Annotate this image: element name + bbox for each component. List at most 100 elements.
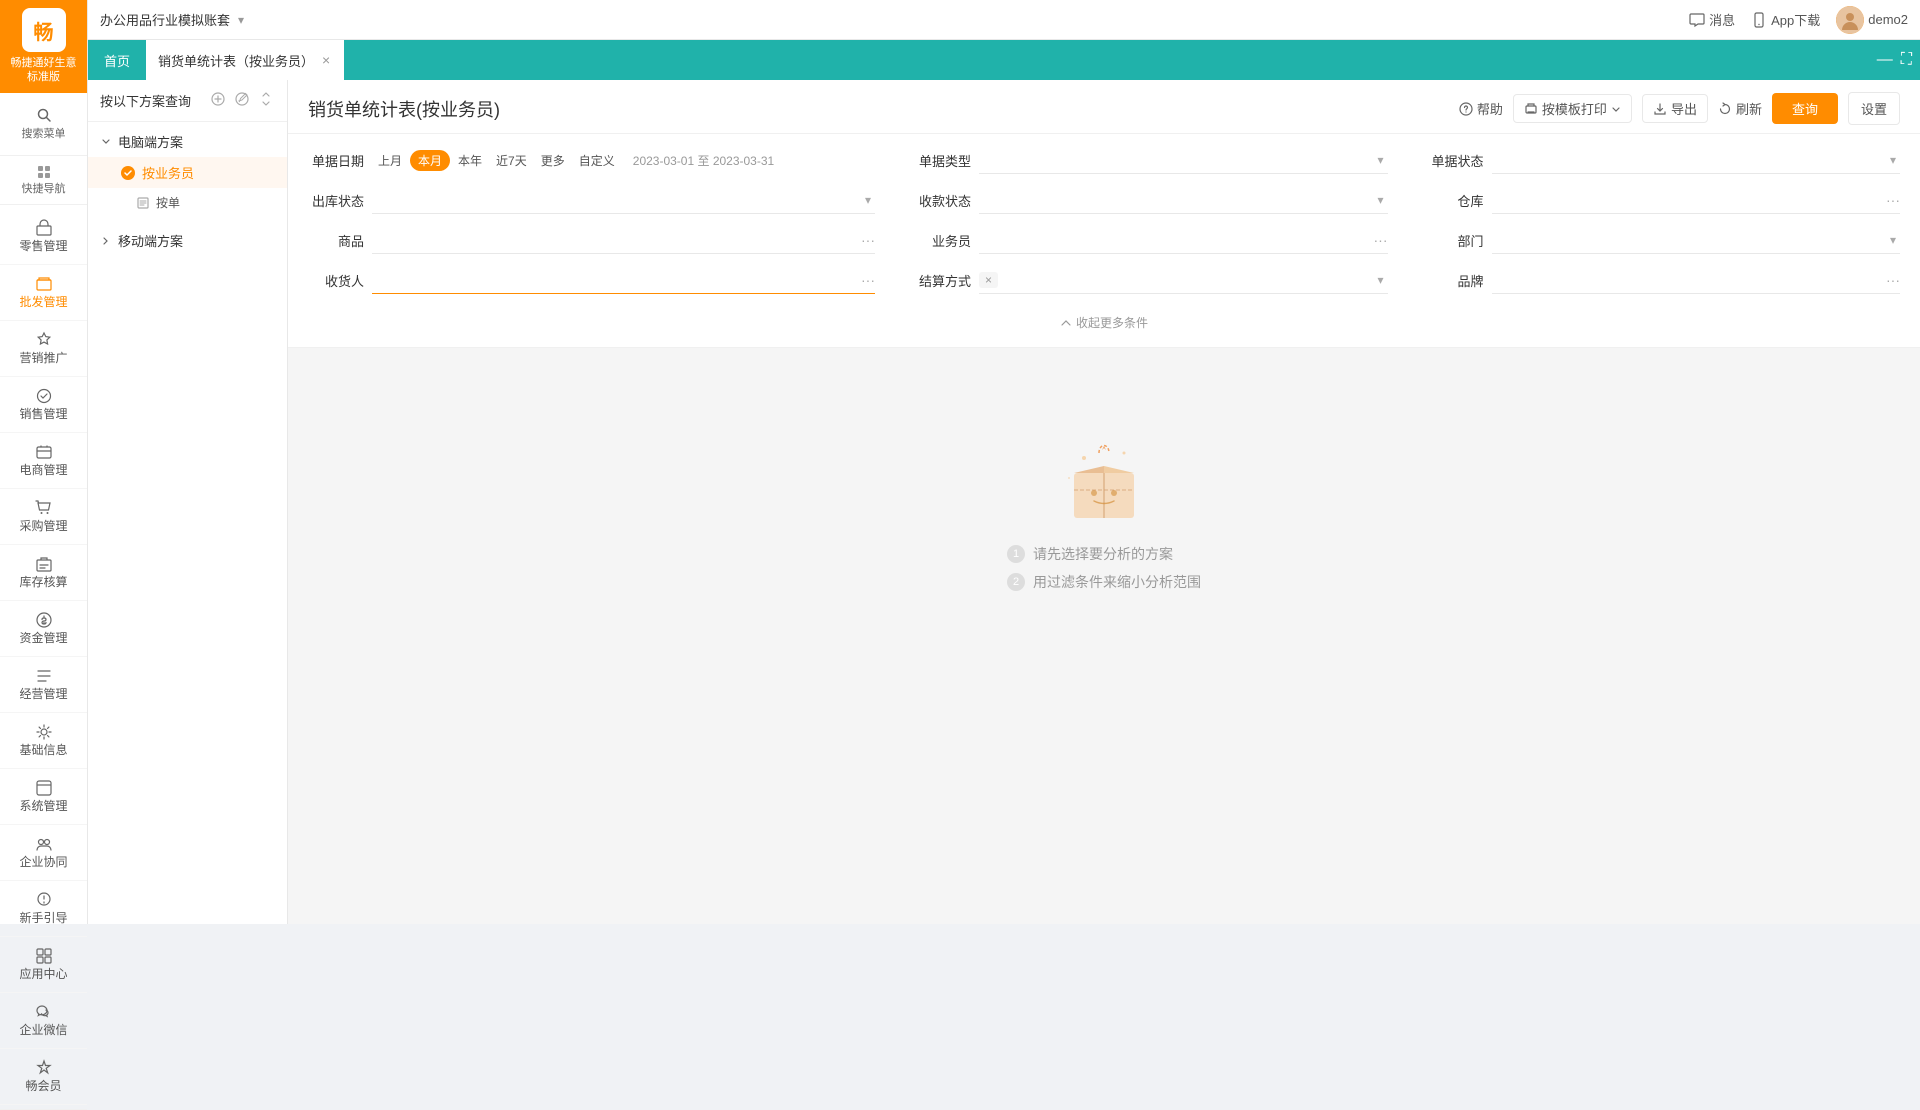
sidebar-item-retail[interactable]: 零售管理 <box>0 209 87 265</box>
message-button[interactable]: 消息 <box>1689 10 1735 29</box>
goods-input[interactable] <box>372 230 857 249</box>
sidebar-item-member[interactable]: 畅会员 <box>0 1049 87 1105</box>
query-button[interactable]: 查询 <box>1772 93 1838 124</box>
date-tab-this-month[interactable]: 本月 <box>410 150 450 171</box>
date-tab-more[interactable]: 更多 <box>535 150 571 171</box>
tab-close-button[interactable]: × <box>320 53 332 67</box>
tab-sales-stats[interactable]: 销货单统计表（按业务员） × <box>146 40 344 80</box>
sidebar-item-sales[interactable]: 销售管理 <box>0 377 87 433</box>
topbar-right: 消息 App下载 demo2 <box>1689 6 1908 34</box>
filter-warehouse: 仓库 ··· <box>1428 186 1901 214</box>
date-tab-this-year[interactable]: 本年 <box>452 150 488 171</box>
workspace-dropdown-button[interactable]: ▾ <box>238 13 244 27</box>
collab-icon <box>35 835 53 853</box>
quick-nav-button[interactable]: 快捷导航 <box>0 156 87 205</box>
export-button[interactable]: 导出 <box>1642 94 1708 123</box>
sidebar-logo[interactable]: 畅 畅捷通好生意 标准版 <box>0 0 87 93</box>
member-icon <box>35 1059 53 1077</box>
print-icon <box>1524 102 1538 116</box>
retail-icon <box>35 219 53 237</box>
settlement-tag-clear-button[interactable]: × <box>985 274 992 286</box>
filter-goods: 商品 ··· <box>308 226 875 254</box>
sidebar-item-apps[interactable]: 应用中心 <box>0 937 87 993</box>
sidebar-item-marketing[interactable]: 营销推广 <box>0 321 87 377</box>
collapse-arrow-icon <box>1060 317 1072 329</box>
doc-type-label: 单据类型 <box>915 151 971 170</box>
sidebar-item-finance[interactable]: 资金管理 <box>0 601 87 657</box>
ecom-icon <box>35 443 53 461</box>
collapse-panel-button[interactable] <box>257 90 275 111</box>
filter-area: 单据日期 上月 本月 本年 近7天 更多 自定义 2023-03-01 至 20… <box>288 134 1920 348</box>
mobile-plans-group: 移动端方案 <box>88 221 287 260</box>
message-icon <box>1689 12 1705 28</box>
sidebar-item-wechat[interactable]: 企业微信 <box>0 993 87 1049</box>
edit-icon <box>235 92 249 106</box>
left-panel: 按以下方案查询 电脑端方案 <box>88 80 288 924</box>
date-tab-7days[interactable]: 近7天 <box>490 150 533 171</box>
refresh-button[interactable]: 刷新 <box>1718 99 1762 118</box>
sidebar: 畅 畅捷通好生意 标准版 搜索菜单 快捷导航 零售管理 <box>0 0 88 924</box>
date-range-display: 2023-03-01 至 2023-03-31 <box>633 152 774 169</box>
system-icon <box>35 779 53 797</box>
plan-item-by-order[interactable]: 按单 <box>88 188 287 217</box>
sidebar-item-basics[interactable]: 基础信息 <box>0 713 87 769</box>
empty-step-2: 2 用过滤条件来缩小分析范围 <box>1007 572 1201 592</box>
settings-button[interactable]: 设置 <box>1848 92 1900 125</box>
receiver-dots[interactable]: ··· <box>861 272 875 288</box>
out-status-input[interactable] <box>372 190 875 209</box>
empty-state: 1 请先选择要分析的方案 2 用过滤条件来缩小分析范围 <box>288 348 1920 672</box>
sidebar-item-inventory[interactable]: 库存核算 <box>0 545 87 601</box>
salesperson-dots[interactable]: ··· <box>1374 232 1388 248</box>
app-download-button[interactable]: App下载 <box>1751 10 1820 29</box>
refresh-icon <box>1718 102 1732 116</box>
sidebar-item-operations[interactable]: 经营管理 <box>0 657 87 713</box>
sidebar-item-newbie[interactable]: 新手引导 <box>0 881 87 937</box>
receiver-input[interactable] <box>372 270 857 289</box>
sidebar-item-wholesale[interactable]: 批发管理 <box>0 265 87 321</box>
content-area: 按以下方案查询 电脑端方案 <box>88 80 1920 924</box>
page-actions: 帮助 按模板打印 导出 刷新 <box>1459 92 1900 125</box>
warehouse-input[interactable] <box>1492 190 1883 209</box>
brand-input[interactable] <box>1492 270 1883 289</box>
workspace-title: 办公用品行业模拟账套 <box>100 10 230 29</box>
sidebar-item-collab[interactable]: 企业协同 <box>0 825 87 881</box>
sidebar-item-ecom[interactable]: 电商管理 <box>0 433 87 489</box>
tab-minimize-button[interactable]: — <box>1877 51 1893 69</box>
sidebar-item-purchase[interactable]: 采购管理 <box>0 489 87 545</box>
department-input[interactable] <box>1492 230 1901 249</box>
help-button[interactable]: 帮助 <box>1459 99 1503 118</box>
doc-status-input[interactable] <box>1492 150 1901 169</box>
filter-receiver: 收货人 ··· <box>308 266 875 294</box>
warehouse-label: 仓库 <box>1428 191 1484 210</box>
date-tab-last-month[interactable]: 上月 <box>372 150 408 171</box>
right-content: 销货单统计表(按业务员) 帮助 按模板打印 导出 <box>288 80 1920 924</box>
tab-maximize-button[interactable]: ⛶ <box>1901 51 1912 69</box>
topbar: 办公用品行业模拟账套 ▾ 消息 App下载 <box>88 0 1920 40</box>
goods-dots[interactable]: ··· <box>861 232 875 248</box>
print-template-button[interactable]: 按模板打印 <box>1513 94 1632 123</box>
filter-row-2: 出库状态 ▾ 收款状态 ▾ <box>308 186 1900 214</box>
date-tab-custom[interactable]: 自定义 <box>573 150 621 171</box>
brand-dots[interactable]: ··· <box>1886 272 1900 288</box>
mobile-plans-header[interactable]: 移动端方案 <box>88 225 287 256</box>
grid-icon <box>36 164 52 180</box>
doc-type-input[interactable] <box>979 150 1388 169</box>
salesperson-input[interactable] <box>979 230 1370 249</box>
warehouse-dots[interactable]: ··· <box>1886 192 1900 208</box>
filter-row-3: 商品 ··· 业务员 ··· <box>308 226 1900 254</box>
user-profile-button[interactable]: demo2 <box>1836 6 1908 34</box>
desktop-plans-header[interactable]: 电脑端方案 <box>88 126 287 157</box>
goods-label: 商品 <box>308 231 364 250</box>
sidebar-item-system[interactable]: 系统管理 <box>0 769 87 825</box>
collapse-more-filters-button[interactable]: 收起更多条件 <box>308 306 1900 335</box>
edit-plan-button[interactable] <box>233 90 251 111</box>
add-plan-button[interactable] <box>209 90 227 111</box>
left-panel-header: 按以下方案查询 <box>88 80 287 122</box>
plan-item-by-salesperson[interactable]: 按业务员 <box>88 157 287 188</box>
step-1-number: 1 <box>1007 545 1025 563</box>
tab-home[interactable]: 首页 <box>88 40 146 80</box>
newbie-icon <box>35 891 53 909</box>
settlement-input-wrap: × ▾ <box>979 266 1388 294</box>
receipt-status-input[interactable] <box>979 190 1388 209</box>
search-menu-button[interactable]: 搜索菜单 <box>4 101 83 147</box>
